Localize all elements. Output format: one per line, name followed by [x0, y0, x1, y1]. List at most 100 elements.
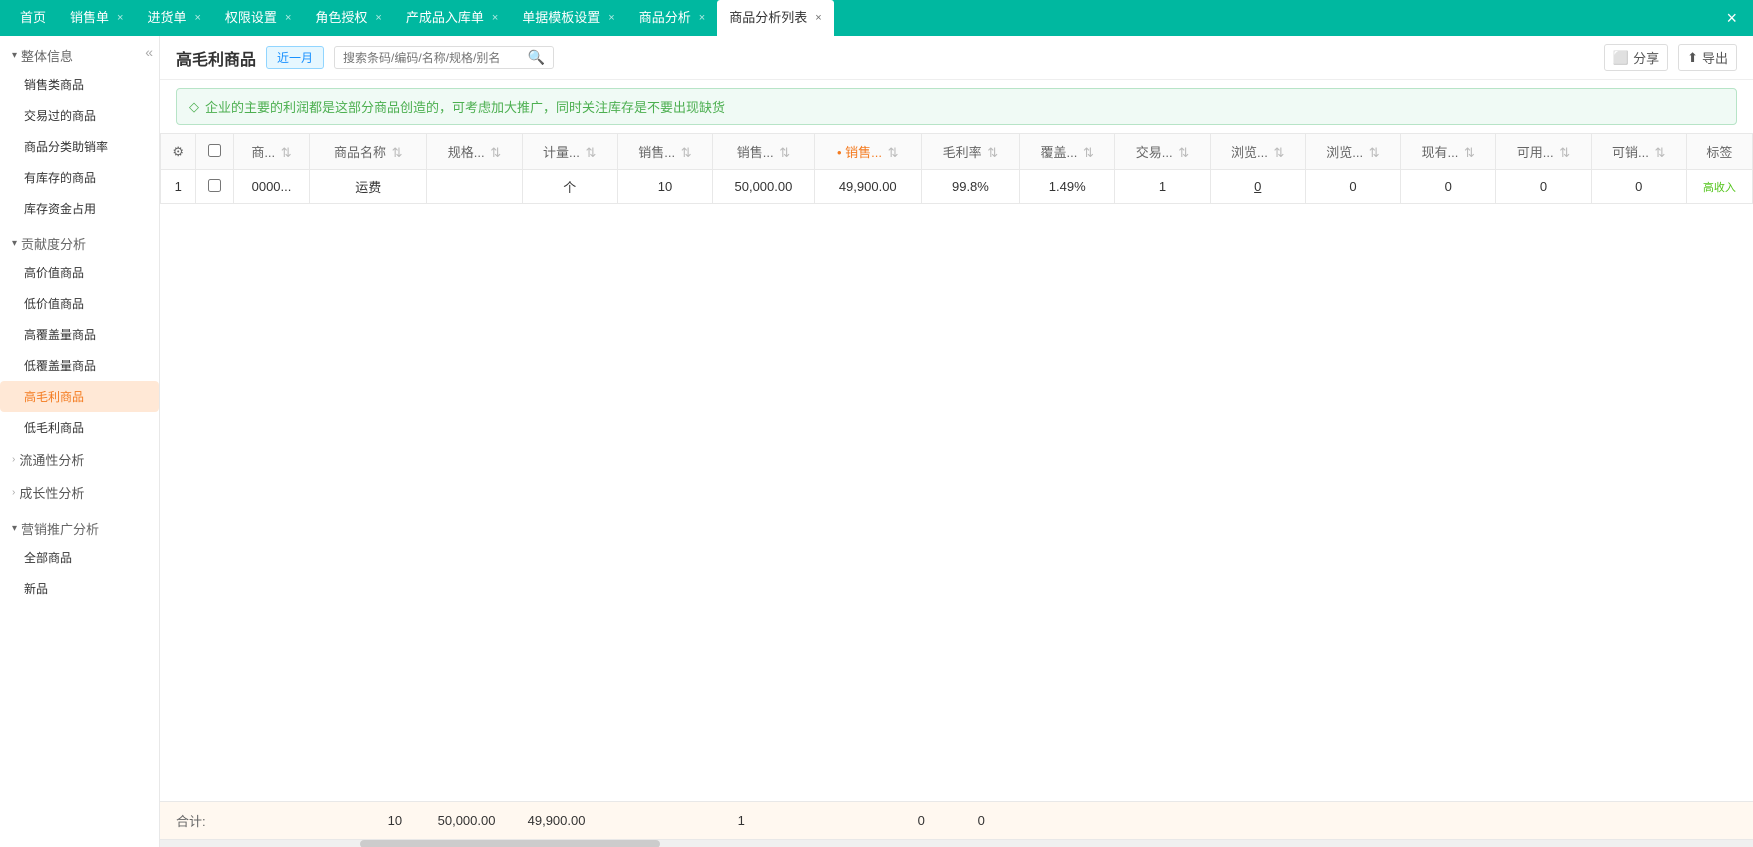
col-view1: 浏览... ⇅	[1210, 134, 1305, 170]
cell-sales-profit: 49,900.00	[814, 170, 921, 204]
search-input[interactable]	[343, 51, 524, 65]
table-row: 1 0000... 运费 个 10 50,000.00 49,900.00 99…	[161, 170, 1753, 204]
col-coverage: 覆盖... ⇅	[1020, 134, 1115, 170]
close-template-settings-icon[interactable]: ×	[608, 0, 614, 36]
nav-product-analysis-list[interactable]: 商品分析列表 ×	[717, 0, 833, 36]
sidebar-item-sales-goods[interactable]: 销售类商品	[0, 69, 159, 100]
row-checkbox[interactable]	[208, 179, 221, 192]
cell-trade-count: 1	[1115, 170, 1210, 204]
sidebar-item-stocked-goods[interactable]: 有库存的商品	[0, 162, 159, 193]
sidebar-group-marketing[interactable]: ▾ 营销推广分析	[0, 509, 159, 542]
cell-saleable-stock: 0	[1591, 170, 1686, 204]
cell-view2: 0	[1305, 170, 1400, 204]
cell-sku-code: 0000...	[233, 170, 310, 204]
sidebar-item-high-coverage[interactable]: 高覆盖量商品	[0, 319, 159, 350]
export-icon: ⬆	[1687, 50, 1698, 66]
col-sales-qty: 销售... ⇅	[617, 134, 712, 170]
filter-recent-month-button[interactable]: 近一月	[266, 46, 324, 69]
cell-sales-amount: 50,000.00	[713, 170, 815, 204]
chevron-down-icon: ▾	[12, 523, 17, 534]
footer-bar: 合计: 10 50,000.00 49,900.00 1 0 0	[160, 801, 1753, 839]
export-button[interactable]: ⬆ 导出	[1678, 44, 1737, 71]
sidebar-item-category-rate[interactable]: 商品分类助销率	[0, 131, 159, 162]
sidebar-item-traded-goods[interactable]: 交易过的商品	[0, 100, 159, 131]
sidebar-item-low-value[interactable]: 低价值商品	[0, 288, 159, 319]
main-layout: « ▾ 整体信息 销售类商品 交易过的商品 商品分类助销率 有库存的商品 库存资…	[0, 36, 1753, 847]
window-close-button[interactable]: ×	[1718, 8, 1745, 29]
footer-sales-amount: 50,000.00	[432, 813, 522, 828]
chevron-right-icon: ›	[12, 454, 15, 465]
nav-sales-order[interactable]: 销售单 ×	[58, 0, 135, 36]
chevron-right-icon: ›	[12, 487, 15, 498]
table-header-row: ⚙ 商... ⇅ 商品名称 ⇅ 规格... ⇅ 计量... ⇅ 销售... ⇅ …	[161, 134, 1753, 170]
close-product-inbound-icon[interactable]: ×	[492, 0, 498, 36]
chevron-down-icon: ▾	[12, 50, 17, 61]
col-name: 商品名称 ⇅	[310, 134, 427, 170]
search-icon[interactable]: 🔍	[528, 49, 545, 66]
col-spec: 规格... ⇅	[427, 134, 522, 170]
close-role-auth-icon[interactable]: ×	[375, 0, 381, 36]
sidebar-item-all-goods[interactable]: 全部商品	[0, 542, 159, 573]
cell-unit: 个	[522, 170, 617, 204]
cell-index: 1	[161, 170, 196, 204]
col-available-stock: 可用... ⇅	[1496, 134, 1591, 170]
sidebar-group-growth[interactable]: › 成长性分析	[0, 476, 159, 509]
sidebar-group-overall-info[interactable]: ▾ 整体信息	[0, 36, 159, 69]
footer-trade-count: 1	[732, 813, 792, 828]
sidebar: « ▾ 整体信息 销售类商品 交易过的商品 商品分类助销率 有库存的商品 库存资…	[0, 36, 160, 847]
close-purchase-order-icon[interactable]: ×	[194, 0, 200, 36]
col-trade-count: 交易... ⇅	[1115, 134, 1210, 170]
col-sales-profit: • 销售... ⇅	[814, 134, 921, 170]
page-title: 高毛利商品	[176, 46, 256, 70]
col-view2: 浏览... ⇅	[1305, 134, 1400, 170]
sidebar-item-stock-capital[interactable]: 库存资金占用	[0, 193, 159, 224]
footer-sales-profit: 49,900.00	[522, 813, 612, 828]
horizontal-scrollbar[interactable]	[160, 839, 1753, 847]
cell-view1[interactable]: 0	[1210, 170, 1305, 204]
nav-purchase-order[interactable]: 进货单 ×	[135, 0, 212, 36]
nav-home[interactable]: 首页	[8, 0, 58, 36]
cell-spec	[427, 170, 522, 204]
nav-role-auth[interactable]: 角色授权 ×	[303, 0, 393, 36]
cell-sales-qty: 10	[617, 170, 712, 204]
col-unit: 计量... ⇅	[522, 134, 617, 170]
content-header: 高毛利商品 近一月 🔍 ⬜ 分享 ⬆ 导出	[160, 36, 1753, 80]
data-table: ⚙ 商... ⇅ 商品名称 ⇅ 规格... ⇅ 计量... ⇅ 销售... ⇅ …	[160, 133, 1753, 204]
nav-product-inbound[interactable]: 产成品入库单 ×	[394, 0, 510, 36]
col-settings[interactable]: ⚙	[161, 134, 196, 170]
top-navigation: 首页 销售单 × 进货单 × 权限设置 × 角色授权 × 产成品入库单 × 单据…	[0, 0, 1753, 36]
cell-checkbox[interactable]	[196, 170, 233, 204]
nav-permissions[interactable]: 权限设置 ×	[213, 0, 303, 36]
sidebar-item-new-goods[interactable]: 新品	[0, 573, 159, 604]
close-permissions-icon[interactable]: ×	[285, 0, 291, 36]
cell-tag: 高收入	[1686, 170, 1752, 204]
chevron-down-icon: ▾	[12, 238, 17, 249]
select-all-checkbox[interactable]	[208, 144, 221, 157]
col-tag: 标签	[1686, 134, 1752, 170]
nav-template-settings[interactable]: 单据模板设置 ×	[510, 0, 626, 36]
close-product-analysis-icon[interactable]: ×	[699, 0, 705, 36]
close-product-analysis-list-icon[interactable]: ×	[815, 0, 821, 36]
sidebar-item-high-margin[interactable]: 高毛利商品	[0, 381, 159, 412]
table-wrapper[interactable]: ⚙ 商... ⇅ 商品名称 ⇅ 规格... ⇅ 计量... ⇅ 销售... ⇅ …	[160, 133, 1753, 801]
share-button[interactable]: ⬜ 分享	[1604, 44, 1668, 71]
sidebar-group-liquidity[interactable]: › 流通性分析	[0, 443, 159, 476]
cell-available-stock: 0	[1496, 170, 1591, 204]
footer-current-stock: 0	[912, 813, 972, 828]
col-checkbox[interactable]	[196, 134, 233, 170]
footer-sales-qty: 10	[382, 813, 432, 828]
sidebar-group-contribution-analysis[interactable]: ▾ 贡献度分析	[0, 224, 159, 257]
sidebar-item-low-margin[interactable]: 低毛利商品	[0, 412, 159, 443]
sidebar-item-low-coverage[interactable]: 低覆盖量商品	[0, 350, 159, 381]
scrollbar-thumb[interactable]	[360, 840, 660, 847]
col-current-stock: 现有... ⇅	[1401, 134, 1496, 170]
info-bar: ◇ 企业的主要的利润都是这部分商品创造的，可考虑加大推广，同时关注库存是不要出现…	[176, 88, 1737, 125]
close-sales-order-icon[interactable]: ×	[117, 0, 123, 36]
sidebar-item-high-value[interactable]: 高价值商品	[0, 257, 159, 288]
cell-name: 运费	[310, 170, 427, 204]
sidebar-collapse-button[interactable]: «	[145, 44, 153, 60]
nav-product-analysis[interactable]: 商品分析 ×	[627, 0, 717, 36]
share-icon: ⬜	[1613, 50, 1629, 66]
col-sales-amount: 销售... ⇅	[713, 134, 815, 170]
cell-current-stock: 0	[1401, 170, 1496, 204]
